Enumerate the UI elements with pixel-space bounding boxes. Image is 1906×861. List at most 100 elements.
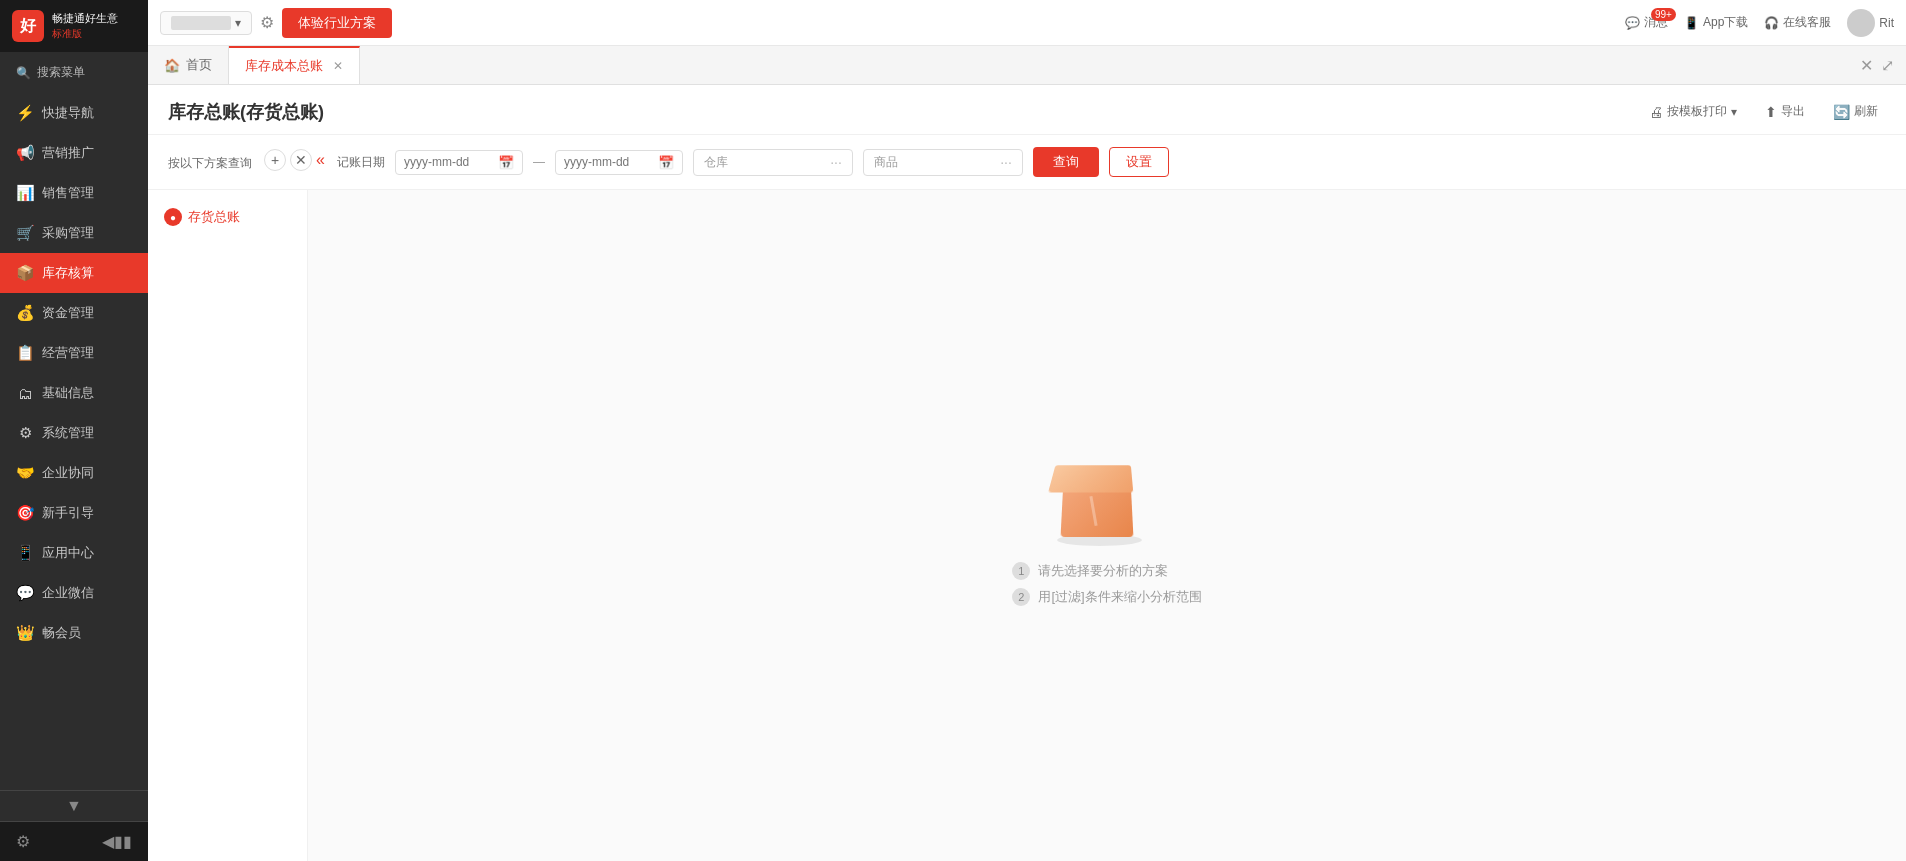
export-icon: ⬆ <box>1765 104 1777 120</box>
sidebar-item-sales[interactable]: 📊 销售管理 <box>0 173 148 213</box>
tab-close-icon[interactable]: ✕ <box>333 59 343 73</box>
filter-collapse-btn[interactable]: « <box>316 151 325 169</box>
scheme-panel: ● 存货总账 1 请先选择要分析的方案 <box>148 190 1906 861</box>
sidebar-item-marketing[interactable]: 📢 营销推广 <box>0 133 148 173</box>
date-separator: — <box>533 155 545 169</box>
message-btn[interactable]: 💬 消息 99+ <box>1625 14 1668 31</box>
purchase-icon: 🛒 <box>16 224 34 242</box>
dropdown-placeholder <box>171 16 231 30</box>
main-content: ▾ ⚙ 体验行业方案 💬 消息 99+ 📱 App下载 🎧 在线客服 Rit <box>148 0 1906 861</box>
gear-icon[interactable]: ⚙ <box>260 13 274 32</box>
filter-clear-btn[interactable]: ✕ <box>290 149 312 171</box>
sales-icon: 📊 <box>16 184 34 202</box>
tab-right-icons: ✕ ⤢ <box>1848 56 1906 75</box>
sidebar-menu-list: ⚡ 快捷导航 📢 营销推广 📊 销售管理 🛒 采购管理 📦 库存核算 💰 资金管… <box>0 93 148 790</box>
operation-icon: 📋 <box>16 344 34 362</box>
sidebar-item-basic[interactable]: 🗂 基础信息 <box>0 373 148 413</box>
enterprise-icon: 🤝 <box>16 464 34 482</box>
warehouse-more-icon: ··· <box>830 154 842 170</box>
topbar-left: ▾ ⚙ 体验行业方案 <box>160 8 1617 38</box>
settings-icon[interactable]: ⚙ <box>16 832 30 851</box>
scroll-down-icon: ▼ <box>66 797 82 815</box>
date-label: 记账日期 <box>337 154 385 171</box>
print-dropdown-icon: ▾ <box>1731 105 1737 119</box>
export-btn[interactable]: ⬆ 导出 <box>1757 99 1813 124</box>
app-name: 畅捷通好生意 标准版 <box>52 11 118 40</box>
tab-home[interactable]: 🏠 首页 <box>148 46 229 84</box>
filter-area: 按以下方案查询 + ✕ « 记账日期 📅 — 📅 <box>148 135 1906 190</box>
tabbar: 🏠 首页 库存成本总账 ✕ ✕ ⤢ <box>148 46 1906 85</box>
quick-nav-icon: ⚡ <box>16 104 34 122</box>
online-service-btn[interactable]: 🎧 在线客服 <box>1764 14 1831 31</box>
date-end-input[interactable]: 📅 <box>555 150 683 175</box>
sidebar-item-operation[interactable]: 📋 经营管理 <box>0 333 148 373</box>
print-btn[interactable]: 🖨 按模板打印 ▾ <box>1641 99 1745 124</box>
scheme-dot-icon: ● <box>164 208 182 226</box>
sidebar-item-inventory[interactable]: 📦 库存核算 <box>0 253 148 293</box>
app-center-icon: 📱 <box>16 544 34 562</box>
topbar-right: 💬 消息 99+ 📱 App下载 🎧 在线客服 Rit <box>1625 9 1894 37</box>
sidebar-bottom-bar: ⚙ ◀▮▮ <box>0 821 148 861</box>
calendar-start-icon: 📅 <box>498 155 514 170</box>
hint-item-1: 1 请先选择要分析的方案 <box>1012 562 1201 580</box>
empty-hints: 1 请先选择要分析的方案 2 用[过滤]条件来缩小分析范围 <box>1012 562 1201 606</box>
sidebar-item-app-center[interactable]: 📱 应用中心 <box>0 533 148 573</box>
logo-icon: 好 <box>12 10 44 42</box>
refresh-btn[interactable]: 🔄 刷新 <box>1825 99 1886 124</box>
sidebar-item-quick-nav[interactable]: ⚡ 快捷导航 <box>0 93 148 133</box>
sidebar-item-purchase[interactable]: 🛒 采购管理 <box>0 213 148 253</box>
date-start-input[interactable]: 📅 <box>395 150 523 175</box>
avatar <box>1847 9 1875 37</box>
filter-row: 记账日期 📅 — 📅 仓库 ··· 商品 <box>337 147 1886 177</box>
page-area: 库存总账(存货总账) 🖨 按模板打印 ▾ ⬆ 导出 🔄 刷新 按以下方案查询 <box>148 85 1906 861</box>
warehouse-placeholder: 仓库 <box>704 154 728 171</box>
wechat-icon: 💬 <box>16 584 34 602</box>
sidebar-item-wechat[interactable]: 💬 企业微信 <box>0 573 148 613</box>
filter-controls: 记账日期 📅 — 📅 仓库 ··· 商品 <box>337 147 1886 177</box>
scheme-sidebar: ● 存货总账 <box>148 190 308 861</box>
empty-illustration <box>1047 446 1167 546</box>
sidebar-item-system[interactable]: ⚙ 系统管理 <box>0 413 148 453</box>
hint-item-2: 2 用[过滤]条件来缩小分析范围 <box>1012 588 1201 606</box>
scheme-item-inventory[interactable]: ● 存货总账 <box>148 200 307 234</box>
marketing-icon: 📢 <box>16 144 34 162</box>
sidebar-item-vip[interactable]: 👑 畅会员 <box>0 613 148 653</box>
search-icon: 🔍 <box>16 66 31 80</box>
vip-icon: 👑 <box>16 624 34 642</box>
industry-btn[interactable]: 体验行业方案 <box>282 8 392 38</box>
date-end-field[interactable] <box>564 155 654 169</box>
product-select[interactable]: 商品 ··· <box>863 149 1023 176</box>
print-icon: 🖨 <box>1649 104 1663 120</box>
warehouse-select[interactable]: 仓库 ··· <box>693 149 853 176</box>
filter-label: 按以下方案查询 <box>168 147 252 172</box>
home-icon: 🏠 <box>164 58 180 73</box>
sidebar-item-finance[interactable]: 💰 资金管理 <box>0 293 148 333</box>
tab-inventory-cost[interactable]: 库存成本总账 ✕ <box>229 46 360 84</box>
query-btn[interactable]: 查询 <box>1033 147 1099 177</box>
empty-state: 1 请先选择要分析的方案 2 用[过滤]条件来缩小分析范围 <box>1012 446 1201 606</box>
filter-btn-group: + ✕ « <box>264 147 325 171</box>
tab-expand-icon[interactable]: ⤢ <box>1881 56 1894 75</box>
sidebar-search-area: 🔍 搜索菜单 <box>0 52 148 93</box>
user-profile[interactable]: Rit <box>1847 9 1894 37</box>
product-more-icon: ··· <box>1000 154 1012 170</box>
filter-add-btn[interactable]: + <box>264 149 286 171</box>
topbar-dropdown[interactable]: ▾ <box>160 11 252 35</box>
topbar: ▾ ⚙ 体验行业方案 💬 消息 99+ 📱 App下载 🎧 在线客服 Rit <box>148 0 1906 46</box>
audio-icon[interactable]: ◀▮▮ <box>102 832 132 851</box>
app-download-btn[interactable]: 📱 App下载 <box>1684 14 1748 31</box>
tab-close-all-icon[interactable]: ✕ <box>1860 56 1873 75</box>
sidebar-item-enterprise[interactable]: 🤝 企业协同 <box>0 453 148 493</box>
sidebar: 好 畅捷通好生意 标准版 🔍 搜索菜单 ⚡ 快捷导航 📢 营销推广 📊 销售管理… <box>0 0 148 861</box>
system-icon: ⚙ <box>16 424 34 442</box>
page-title: 库存总账(存货总账) <box>168 100 324 124</box>
search-menu-button[interactable]: 🔍 搜索菜单 <box>10 60 138 85</box>
date-start-field[interactable] <box>404 155 494 169</box>
phone-icon: 📱 <box>1684 16 1699 30</box>
app-logo: 好 畅捷通好生意 标准版 <box>0 0 148 52</box>
settings-btn[interactable]: 设置 <box>1109 147 1169 177</box>
sidebar-scroll-down[interactable]: ▼ <box>0 790 148 821</box>
refresh-icon: 🔄 <box>1833 104 1850 120</box>
sidebar-item-newbie[interactable]: 🎯 新手引导 <box>0 493 148 533</box>
message-icon: 💬 <box>1625 16 1640 30</box>
